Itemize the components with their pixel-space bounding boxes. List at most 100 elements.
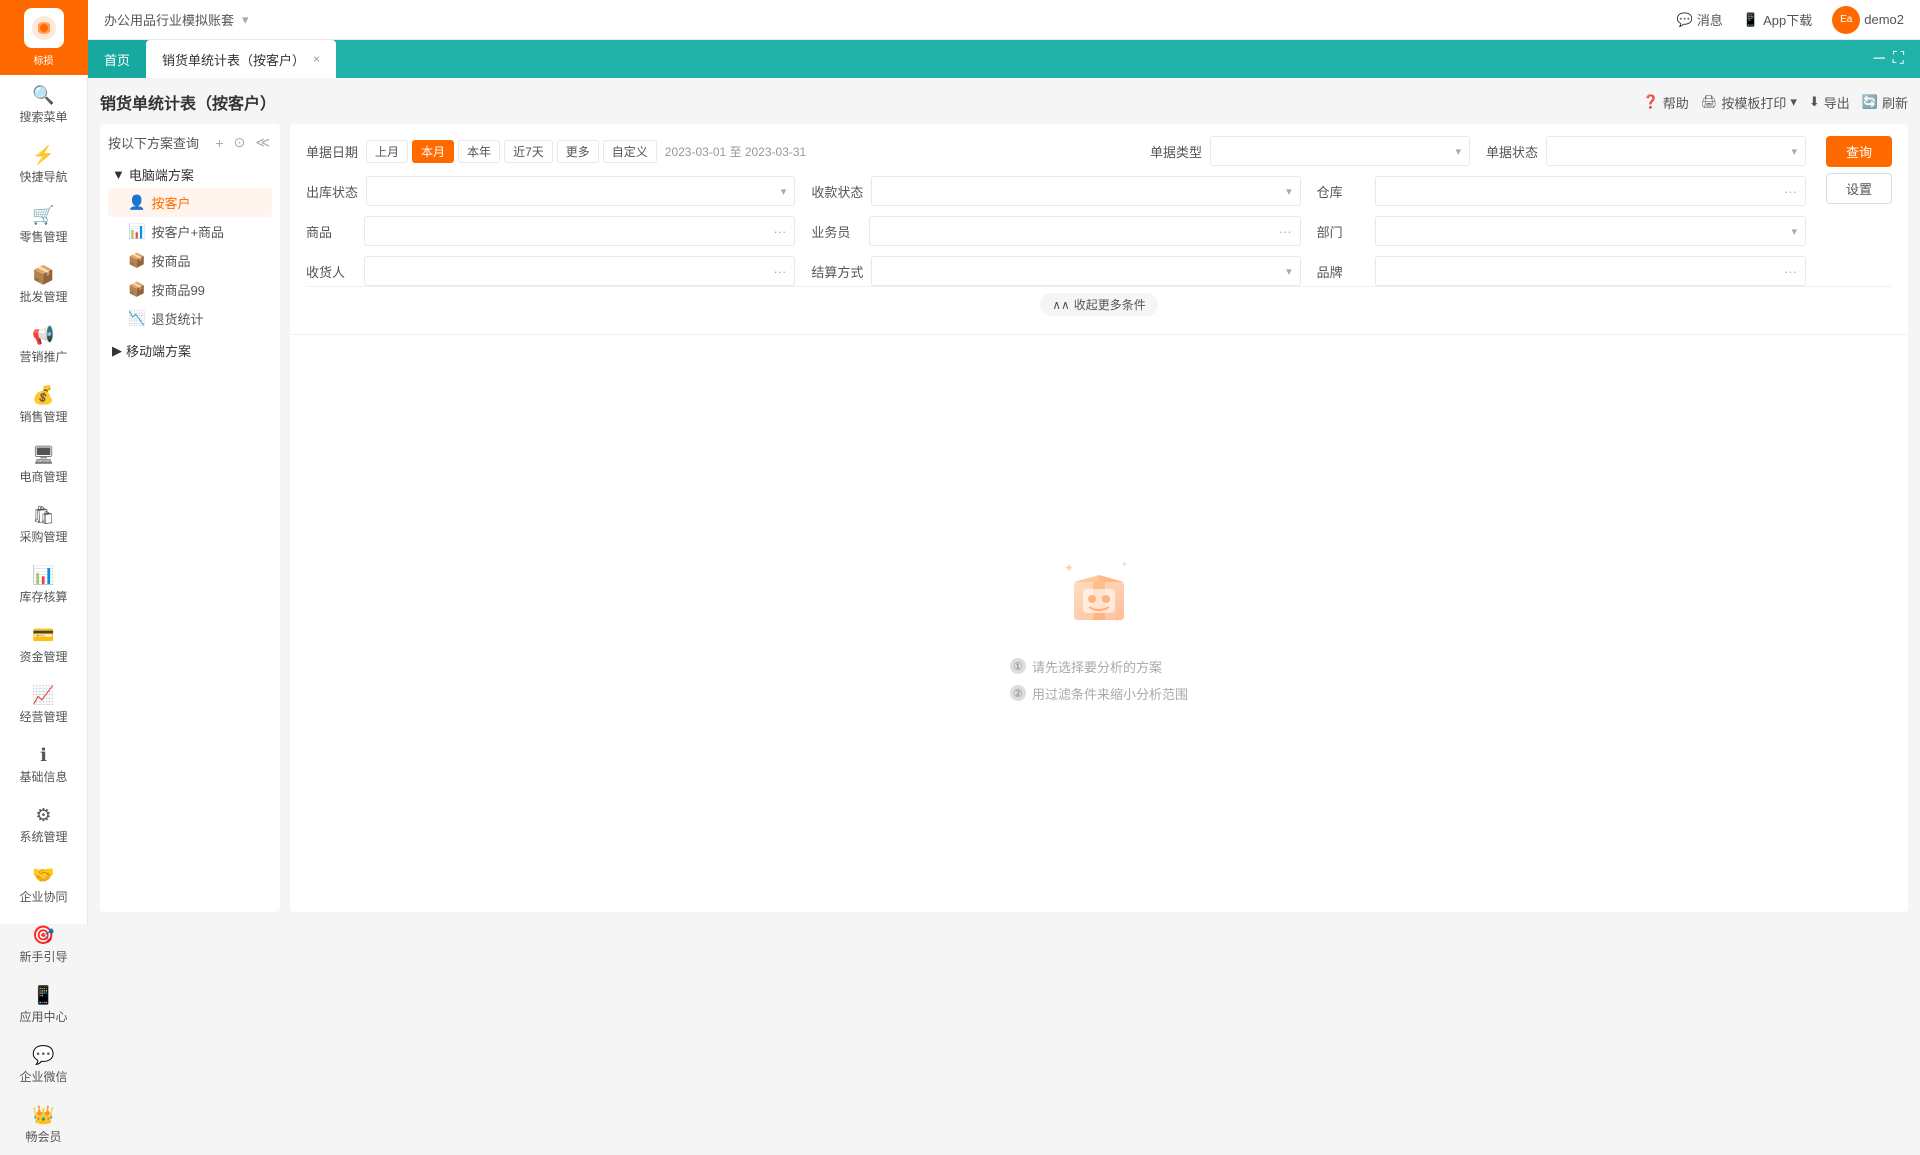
tab-active-label: 销货单统计表（按客户）	[162, 50, 305, 69]
consignee-control[interactable]: ···	[364, 256, 795, 286]
scheme-group-desktop-header[interactable]: ▼ 电脑端方案	[108, 161, 272, 188]
sidebar-item-ecommerce[interactable]: 🖥 电商管理	[0, 435, 87, 495]
scheme-collapse-btn[interactable]: ≪	[253, 132, 272, 153]
date-btn-this-year[interactable]: 本年	[458, 140, 500, 163]
filter-item-salesperson: 业务员 ···	[811, 216, 1300, 246]
filter-row-2: 出库状态 ▾ 收款状态	[306, 176, 1806, 206]
scheme-item-customer-goods[interactable]: 📊 按客户+商品	[108, 217, 272, 246]
warehouse-dots-icon: ···	[1784, 184, 1797, 199]
scheme-item-goods[interactable]: 📦 按商品	[108, 246, 272, 275]
scheme-panel-title: 按以下方案查询	[108, 133, 199, 152]
sidebar-item-inventory[interactable]: 📊 库存核算	[0, 555, 87, 615]
settlement-control[interactable]: ▾	[871, 256, 1300, 286]
department-control[interactable]: ▾	[1375, 216, 1806, 246]
collapse-icon: ∧∧	[1052, 298, 1070, 312]
sidebar-item-operations[interactable]: 📈 经营管理	[0, 675, 87, 735]
brand-control[interactable]: ···	[1375, 256, 1806, 286]
sidebar-item-app[interactable]: 📱 应用中心	[0, 975, 87, 1035]
collection-status-control[interactable]: ▾	[871, 176, 1300, 206]
sidebar-item-member[interactable]: 👑 畅会员	[0, 1095, 87, 1155]
sidebar-item-label: 畅会员	[25, 1128, 61, 1145]
tab-bar: 首页 销货单统计表（按客户） × ─ ⛶	[88, 40, 1920, 78]
customer-goods-scheme-icon: 📊	[128, 223, 145, 240]
filter-item-order-status: 单据状态 ▾	[1486, 136, 1806, 166]
salesperson-label: 业务员	[811, 222, 861, 241]
filter-item-goods: 商品 ···	[306, 216, 795, 246]
header-right: 💬 消息 📱 App下载 Ea demo2	[1677, 6, 1904, 34]
sidebar-item-wholesale[interactable]: 📦 批发管理	[0, 255, 87, 315]
collapse-btn[interactable]: ∧∧ 收起更多条件	[1040, 293, 1158, 316]
template-print-btn[interactable]: 🖨 按模板打印 ▾	[1701, 93, 1797, 112]
query-button[interactable]: 查询	[1826, 136, 1892, 167]
main-area: 办公用品行业模拟账套 ▾ 💬 消息 📱 App下载 Ea demo2 首页	[88, 0, 1920, 924]
hint-num-2: ②	[1010, 685, 1026, 701]
date-btn-custom[interactable]: 自定义	[603, 140, 657, 163]
tab-close-btn[interactable]: ×	[313, 52, 320, 66]
sidebar-item-finance[interactable]: 💳 资金管理	[0, 615, 87, 675]
sidebar-item-enterprise[interactable]: 🤝 企业协同	[0, 855, 87, 915]
help-btn[interactable]: ❓ 帮助	[1643, 93, 1689, 112]
return-scheme-icon: 📉	[128, 310, 145, 327]
scheme-item-return[interactable]: 📉 退货统计	[108, 304, 272, 333]
user-profile-btn[interactable]: Ea demo2	[1832, 6, 1904, 34]
wholesale-icon: 📦	[32, 265, 54, 286]
sidebar-item-wechat[interactable]: 💬 企业微信	[0, 1035, 87, 1095]
tab-minimize-btn[interactable]: ─	[1869, 46, 1888, 72]
sidebar-item-search[interactable]: 🔍 搜索菜单	[0, 75, 87, 135]
scheme-group-mobile-header[interactable]: ▶ 移动端方案	[108, 337, 272, 364]
export-label: 导出	[1824, 93, 1850, 112]
sidebar-item-sales[interactable]: 💰 销售管理	[0, 375, 87, 435]
date-btn-this-month[interactable]: 本月	[412, 140, 454, 163]
sidebar-item-label: 营销推广	[19, 348, 67, 365]
date-btn-7days[interactable]: 近7天	[504, 140, 553, 163]
scheme-item-customer[interactable]: 👤 按客户	[108, 188, 272, 217]
settings-button[interactable]: 设置	[1826, 173, 1892, 204]
date-filter-label: 单据日期	[306, 142, 358, 161]
industry-label: 办公用品行业模拟账套	[104, 10, 234, 29]
sidebar-item-label: 搜索菜单	[19, 108, 67, 125]
goods-control[interactable]: ···	[364, 216, 795, 246]
sidebar-item-shortcut[interactable]: ⚡ 快捷导航	[0, 135, 87, 195]
sidebar-item-label: 销售管理	[19, 408, 67, 425]
enterprise-icon: 🤝	[32, 865, 54, 886]
export-btn[interactable]: ⬇ 导出	[1809, 93, 1850, 112]
customer-scheme-icon: 👤	[128, 194, 145, 211]
salesperson-control[interactable]: ···	[869, 216, 1300, 246]
tab-home[interactable]: 首页	[88, 40, 146, 78]
tab-active[interactable]: 销货单统计表（按客户） ×	[146, 40, 336, 78]
message-btn[interactable]: 💬 消息	[1677, 10, 1723, 29]
guide-icon: 🎯	[32, 925, 54, 946]
ship-status-control[interactable]: ▾	[366, 176, 795, 206]
sidebar-item-label: 库存核算	[19, 588, 67, 605]
app-download-btn[interactable]: 📱 App下载	[1743, 10, 1812, 29]
empty-hint-2: ② 用过滤条件来缩小分析范围	[1010, 684, 1188, 703]
ship-status-label: 出库状态	[306, 182, 358, 201]
tab-maximize-btn[interactable]: ⛶	[1889, 46, 1908, 72]
scheme-item-customer-goods-label: 按客户+商品	[151, 222, 224, 241]
sidebar-item-purchase[interactable]: 🛍 采购管理	[0, 495, 87, 555]
date-btn-more[interactable]: 更多	[557, 140, 599, 163]
sidebar-item-label: 系统管理	[19, 828, 67, 845]
scheme-item-goods99[interactable]: 📦 按商品99	[108, 275, 272, 304]
sidebar-item-guide[interactable]: 🎯 新手引导	[0, 915, 87, 975]
order-status-control[interactable]: ▾	[1546, 136, 1806, 166]
sidebar-item-basic[interactable]: ℹ 基础信息	[0, 735, 87, 795]
scheme-refresh-btn[interactable]: ⊙	[232, 132, 248, 153]
header-left: 办公用品行业模拟账套 ▾	[104, 10, 249, 29]
scheme-add-btn[interactable]: +	[213, 132, 225, 153]
date-btn-last-month[interactable]: 上月	[366, 140, 408, 163]
refresh-btn[interactable]: 🔄 刷新	[1862, 93, 1908, 112]
warehouse-control[interactable]: ···	[1375, 176, 1806, 206]
message-icon: 💬	[1677, 12, 1693, 28]
page-actions: ❓ 帮助 🖨 按模板打印 ▾ ⬇ 导出 🔄 刷新	[1643, 93, 1908, 112]
sidebar-item-label: 批发管理	[19, 288, 67, 305]
purchase-icon: 🛍	[32, 505, 55, 526]
sidebar-item-retail[interactable]: 🛒 零售管理	[0, 195, 87, 255]
hint-text-1: 请先选择要分析的方案	[1032, 657, 1162, 676]
sidebar-logo: 标损	[0, 0, 88, 75]
sidebar-item-marketing[interactable]: 📢 营销推广	[0, 315, 87, 375]
dropdown-arrow-icon[interactable]: ▾	[242, 12, 249, 28]
sidebar-item-system[interactable]: ⚙ 系统管理	[0, 795, 87, 855]
sidebar-item-label: 零售管理	[19, 228, 67, 245]
order-type-control[interactable]: ▾	[1210, 136, 1470, 166]
